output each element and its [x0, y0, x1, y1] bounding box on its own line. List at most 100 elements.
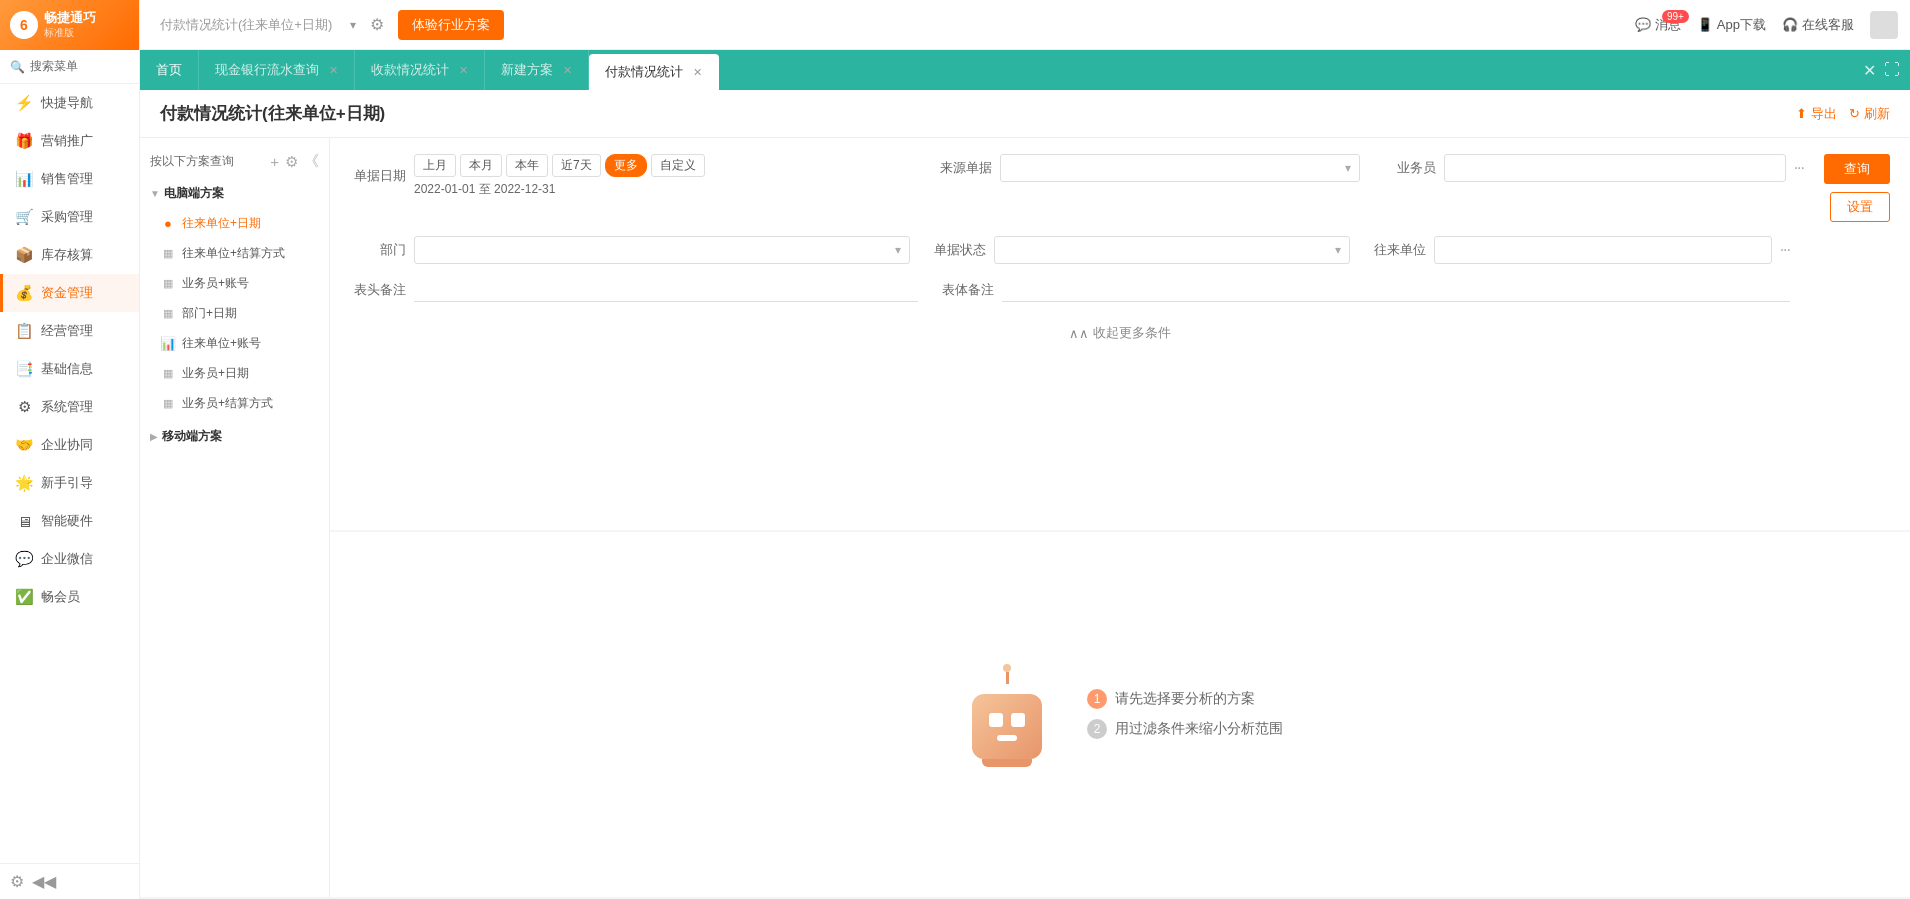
sidebar-icon-basic: 📑 — [15, 360, 33, 378]
user-avatar[interactable] — [1870, 11, 1898, 39]
tip-label-2: 用过滤条件来缩小分析范围 — [1115, 720, 1283, 738]
sidebar-item-member[interactable]: ✅畅会员 — [0, 578, 139, 616]
sidebar-item-hardware[interactable]: 🖥智能硬件 — [0, 502, 139, 540]
scheme-settings-btn[interactable]: ⚙ — [285, 153, 298, 171]
tab-close-receipt-stats[interactable]: ✕ — [459, 64, 468, 77]
collapse-button[interactable]: ∧∧ 收起更多条件 — [1069, 324, 1171, 342]
tip-num-1: 1 — [1087, 689, 1107, 709]
sidebar-item-basic[interactable]: 📑基础信息 — [0, 350, 139, 388]
sidebar-item-system[interactable]: ⚙ 系统管理 — [0, 388, 139, 426]
scheme-group-arrow-0: ▼ — [150, 188, 160, 199]
body-note-label: 表体备注 — [938, 281, 994, 299]
date-btn-0[interactable]: 上月 — [414, 154, 456, 177]
collapse-btn-label: 收起更多条件 — [1093, 324, 1171, 342]
sidebar-label-system: 系统管理 — [41, 398, 93, 416]
robot-eye-left — [989, 713, 1003, 727]
sidebar-item-capital[interactable]: 💰资金管理 — [0, 274, 139, 312]
query-button[interactable]: 查询 — [1824, 154, 1890, 184]
sidebar-item-marketing[interactable]: 🎁营销推广 — [0, 122, 139, 160]
topbar-settings-icon[interactable]: ⚙ — [366, 11, 388, 38]
content-body: 按以下方案查询 + ⚙ 《 ▼电脑端方案●往来单位+日期▦往来单位+结算方式▦业… — [140, 138, 1910, 897]
export-label: 导出 — [1811, 105, 1837, 123]
export-button[interactable]: ⬆ 导出 — [1796, 105, 1837, 123]
scheme-item-0-4[interactable]: 📊往来单位+账号 — [160, 329, 325, 358]
scheme-group-header-0[interactable]: ▼电脑端方案 — [140, 179, 329, 208]
source-select[interactable]: ▾ — [1000, 154, 1360, 182]
date-btn-2[interactable]: 本年 — [506, 154, 548, 177]
scheme-item-0-0[interactable]: ●往来单位+日期 — [160, 209, 325, 238]
date-btn-1[interactable]: 本月 — [460, 154, 502, 177]
scheme-item-0-3[interactable]: ▦部门+日期 — [160, 299, 325, 328]
date-range: 2022-01-01 至 2022-12-31 — [414, 181, 705, 198]
tab-new-scheme[interactable]: 新建方案✕ — [485, 50, 589, 90]
date-control: 上月本月本年近7天更多自定义 2022-01-01 至 2022-12-31 — [414, 154, 916, 198]
sidebar-icon-system: ⚙ — [15, 398, 33, 416]
sidebar-item-operations[interactable]: 📋经营管理 — [0, 312, 139, 350]
partner-dots-btn[interactable]: ··· — [1780, 241, 1790, 259]
scheme-add-btn[interactable]: + — [270, 153, 279, 170]
sidebar-icon-hardware: 🖥 — [15, 512, 33, 530]
robot-mouth — [997, 735, 1017, 741]
salesman-dots-btn[interactable]: ··· — [1794, 159, 1804, 177]
scheme-item-0-1[interactable]: ▦往来单位+结算方式 — [160, 239, 325, 268]
empty-area: 1 请先选择要分析的方案 2 用过滤条件来缩小分析范围 — [330, 532, 1910, 898]
topbar-service[interactable]: 🎧 在线客服 — [1782, 16, 1854, 34]
sidebar-item-enterprise[interactable]: 🤝企业协同 — [0, 426, 139, 464]
scheme-item-0-2[interactable]: ▦业务员+账号 — [160, 269, 325, 298]
right-panel: 单据日期 上月本月本年近7天更多自定义 2022-01-01 至 2022-12… — [330, 138, 1910, 897]
date-btn-4[interactable]: 更多 — [605, 154, 647, 177]
tab-close-bank-flow[interactable]: ✕ — [329, 64, 338, 77]
sidebar-item-guide[interactable]: 🌟新手引导 — [0, 464, 139, 502]
filter-row-2: 部门 ▾ 单据状态 ▾ — [350, 236, 1890, 264]
sidebar-item-sales[interactable]: 📊销售管理 — [0, 160, 139, 198]
filter-settings-button[interactable]: 设置 — [1830, 192, 1890, 222]
tab-home[interactable]: 首页 — [140, 50, 199, 90]
tab-payment-stats[interactable]: 付款情况统计✕ — [589, 54, 719, 90]
scheme-group-header-1[interactable]: ▶移动端方案 — [140, 422, 329, 451]
sidebar-item-inventory[interactable]: 📦库存核算 — [0, 236, 139, 274]
sidebar-icon-wechat: 💬 — [15, 550, 33, 568]
sidebar-collapse-icon[interactable]: ◀◀ — [32, 872, 56, 891]
robot-eyes — [985, 713, 1029, 727]
scheme-collapse-btn[interactable]: 《 — [304, 152, 319, 171]
refresh-icon: ↻ — [1849, 106, 1860, 121]
refresh-button[interactable]: ↻ 刷新 — [1849, 105, 1890, 123]
sidebar-label-quick-nav: 快捷导航 — [41, 94, 93, 112]
sidebar-item-purchase[interactable]: 🛒采购管理 — [0, 198, 139, 236]
filter-header-note-item: 表头备注 — [350, 278, 918, 302]
partner-select[interactable] — [1434, 236, 1772, 264]
topbar-msg[interactable]: 💬 消息 99+ — [1635, 16, 1681, 34]
scheme-panel: 按以下方案查询 + ⚙ 《 ▼电脑端方案●往来单位+日期▦往来单位+结算方式▦业… — [140, 138, 330, 897]
body-note-input[interactable] — [1002, 278, 1790, 302]
tab-receipt-stats[interactable]: 收款情况统计✕ — [355, 50, 485, 90]
tip-num-2: 2 — [1087, 719, 1107, 739]
tab-close-payment-stats[interactable]: ✕ — [693, 66, 702, 79]
sidebar-label-member: 畅会员 — [41, 588, 80, 606]
trial-button[interactable]: 体验行业方案 — [398, 10, 504, 40]
sidebar-search[interactable]: 🔍 搜索菜单 — [0, 50, 139, 84]
sidebar-item-wechat[interactable]: 💬企业微信 — [0, 540, 139, 578]
salesman-select[interactable] — [1444, 154, 1786, 182]
header-note-input[interactable] — [414, 278, 918, 302]
tab-close-all-button[interactable]: ✕ — [1863, 61, 1876, 80]
docstatus-select[interactable]: ▾ — [994, 236, 1350, 264]
tab-expand-button[interactable]: ⛶ — [1884, 61, 1900, 79]
dept-select[interactable]: ▾ — [414, 236, 910, 264]
sidebar-label-capital: 资金管理 — [41, 284, 93, 302]
sidebar-icon-inventory: 📦 — [15, 246, 33, 264]
empty-tip-1: 1 请先选择要分析的方案 — [1087, 689, 1283, 709]
scheme-item-0-6[interactable]: ▦业务员+结算方式 — [160, 389, 325, 418]
tab-close-new-scheme[interactable]: ✕ — [563, 64, 572, 77]
filter-body-note-item: 表体备注 — [938, 278, 1790, 302]
scheme-item-0-5[interactable]: ▦业务员+日期 — [160, 359, 325, 388]
date-btn-5[interactable]: 自定义 — [651, 154, 705, 177]
service-label: 在线客服 — [1802, 16, 1854, 34]
sidebar-settings-icon[interactable]: ⚙ — [10, 872, 24, 891]
scheme-item-icon-0-4: 📊 — [160, 336, 176, 352]
filter-partner-item: 往来单位 ··· — [1370, 236, 1790, 264]
sidebar-item-quick-nav[interactable]: ⚡快捷导航 — [0, 84, 139, 122]
topbar-app[interactable]: 📱 App下载 — [1697, 16, 1766, 34]
app-label: App下载 — [1717, 16, 1766, 34]
tab-bank-flow[interactable]: 现金银行流水查询✕ — [199, 50, 355, 90]
date-btn-3[interactable]: 近7天 — [552, 154, 601, 177]
